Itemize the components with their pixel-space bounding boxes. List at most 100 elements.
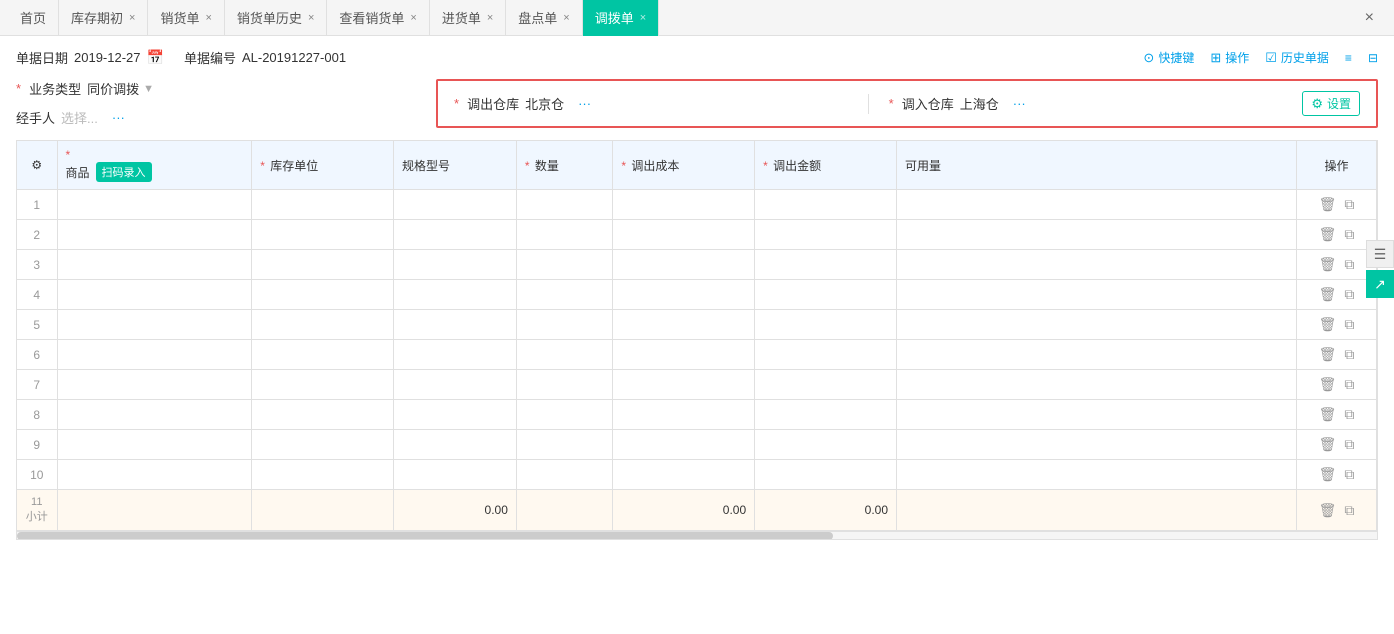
- row-unit-cell[interactable]: [252, 220, 394, 250]
- transfer-out-more[interactable]: ···: [578, 96, 591, 111]
- row-available-cell[interactable]: [897, 250, 1297, 280]
- row-cost-cell[interactable]: [613, 460, 755, 490]
- row-cost-cell[interactable]: [613, 340, 755, 370]
- row-unit-cell[interactable]: [252, 250, 394, 280]
- calendar-icon[interactable]: 📅: [147, 49, 164, 66]
- row-quantity-cell[interactable]: [516, 340, 612, 370]
- tab-sales-history[interactable]: 销货单历史 ×: [225, 0, 327, 36]
- row-product-cell[interactable]: [57, 370, 252, 400]
- row-delete-icon[interactable]: 🗑: [1319, 406, 1337, 423]
- row-copy-icon[interactable]: ⧉: [1344, 226, 1354, 243]
- tab-home[interactable]: 首页: [8, 0, 59, 36]
- tab-purchase[interactable]: 进货单 ×: [430, 0, 506, 36]
- row-copy-icon[interactable]: ⧉: [1344, 376, 1354, 393]
- row-delete-icon[interactable]: 🗑: [1319, 316, 1337, 333]
- tab-transfer[interactable]: 调拨单 ×: [583, 0, 659, 36]
- row-delete-icon[interactable]: 🗑: [1319, 376, 1337, 393]
- tab-stocktake-close[interactable]: ×: [563, 12, 569, 24]
- history-action[interactable]: ☑ 历史单据: [1265, 49, 1329, 66]
- row-available-cell[interactable]: [897, 220, 1297, 250]
- subtotal-delete-icon[interactable]: 🗑: [1319, 502, 1337, 519]
- row-delete-icon[interactable]: 🗑: [1319, 226, 1337, 243]
- row-product-cell[interactable]: [57, 460, 252, 490]
- row-amount-cell[interactable]: [755, 190, 897, 220]
- row-available-cell[interactable]: [897, 430, 1297, 460]
- tab-stocktake[interactable]: 盘点单 ×: [506, 0, 582, 36]
- row-product-cell[interactable]: [57, 280, 252, 310]
- row-cost-cell[interactable]: [613, 430, 755, 460]
- row-available-cell[interactable]: [897, 280, 1297, 310]
- view-grid-toggle[interactable]: ⊟: [1368, 51, 1378, 65]
- row-unit-cell[interactable]: [252, 310, 394, 340]
- transfer-in-more[interactable]: ···: [1013, 96, 1026, 111]
- row-cost-cell[interactable]: [613, 370, 755, 400]
- row-available-cell[interactable]: [897, 400, 1297, 430]
- row-spec-cell[interactable]: [394, 310, 517, 340]
- row-copy-icon[interactable]: ⧉: [1344, 406, 1354, 423]
- tab-sales-order[interactable]: 销货单 ×: [148, 0, 224, 36]
- subtotal-copy-icon[interactable]: ⧉: [1344, 502, 1354, 519]
- row-quantity-cell[interactable]: [516, 460, 612, 490]
- row-delete-icon[interactable]: 🗑: [1319, 286, 1337, 303]
- tab-transfer-close[interactable]: ×: [640, 12, 646, 24]
- scan-button[interactable]: 扫码录入: [96, 162, 152, 182]
- row-product-cell[interactable]: [57, 400, 252, 430]
- row-available-cell[interactable]: [897, 460, 1297, 490]
- row-spec-cell[interactable]: [394, 400, 517, 430]
- global-close-button[interactable]: ×: [1353, 9, 1386, 27]
- row-product-cell[interactable]: [57, 220, 252, 250]
- row-cost-cell[interactable]: [613, 310, 755, 340]
- row-amount-cell[interactable]: [755, 430, 897, 460]
- row-unit-cell[interactable]: [252, 370, 394, 400]
- tab-view-sales-close[interactable]: ×: [410, 12, 416, 24]
- row-delete-icon[interactable]: 🗑: [1319, 196, 1337, 213]
- person-select[interactable]: 选择...: [61, 108, 98, 127]
- tab-inventory-init[interactable]: 库存期初 ×: [59, 0, 148, 36]
- row-quantity-cell[interactable]: [516, 310, 612, 340]
- row-copy-icon[interactable]: ⧉: [1344, 196, 1354, 213]
- row-spec-cell[interactable]: [394, 250, 517, 280]
- person-more-icon[interactable]: ···: [112, 110, 125, 125]
- row-copy-icon[interactable]: ⧉: [1344, 256, 1354, 273]
- row-copy-icon[interactable]: ⧉: [1344, 286, 1354, 303]
- row-amount-cell[interactable]: [755, 250, 897, 280]
- row-quantity-cell[interactable]: [516, 280, 612, 310]
- tab-purchase-close[interactable]: ×: [487, 12, 493, 24]
- row-spec-cell[interactable]: [394, 370, 517, 400]
- row-spec-cell[interactable]: [394, 190, 517, 220]
- row-unit-cell[interactable]: [252, 430, 394, 460]
- row-product-cell[interactable]: [57, 340, 252, 370]
- row-cost-cell[interactable]: [613, 250, 755, 280]
- row-copy-icon[interactable]: ⧉: [1344, 316, 1354, 333]
- row-quantity-cell[interactable]: [516, 430, 612, 460]
- row-amount-cell[interactable]: [755, 370, 897, 400]
- th-settings[interactable]: ⚙: [17, 141, 57, 190]
- row-copy-icon[interactable]: ⧉: [1344, 346, 1354, 363]
- row-cost-cell[interactable]: [613, 220, 755, 250]
- row-unit-cell[interactable]: [252, 340, 394, 370]
- row-product-cell[interactable]: [57, 430, 252, 460]
- row-quantity-cell[interactable]: [516, 190, 612, 220]
- row-delete-icon[interactable]: 🗑: [1319, 346, 1337, 363]
- list-view-icon[interactable]: ≡: [1345, 51, 1352, 65]
- row-spec-cell[interactable]: [394, 220, 517, 250]
- row-spec-cell[interactable]: [394, 430, 517, 460]
- horizontal-scrollbar[interactable]: [17, 531, 1377, 539]
- row-product-cell[interactable]: [57, 190, 252, 220]
- row-available-cell[interactable]: [897, 340, 1297, 370]
- row-quantity-cell[interactable]: [516, 400, 612, 430]
- row-product-cell[interactable]: [57, 250, 252, 280]
- tab-inventory-init-close[interactable]: ×: [129, 12, 135, 24]
- row-cost-cell[interactable]: [613, 280, 755, 310]
- row-unit-cell[interactable]: [252, 280, 394, 310]
- row-spec-cell[interactable]: [394, 460, 517, 490]
- grid-view-icon[interactable]: ⊟: [1368, 51, 1378, 65]
- row-amount-cell[interactable]: [755, 400, 897, 430]
- row-quantity-cell[interactable]: [516, 370, 612, 400]
- row-product-cell[interactable]: [57, 310, 252, 340]
- row-unit-cell[interactable]: [252, 190, 394, 220]
- row-copy-icon[interactable]: ⧉: [1344, 466, 1354, 483]
- tab-view-sales[interactable]: 查看销货单 ×: [327, 0, 429, 36]
- tab-sales-order-close[interactable]: ×: [205, 12, 211, 24]
- row-quantity-cell[interactable]: [516, 250, 612, 280]
